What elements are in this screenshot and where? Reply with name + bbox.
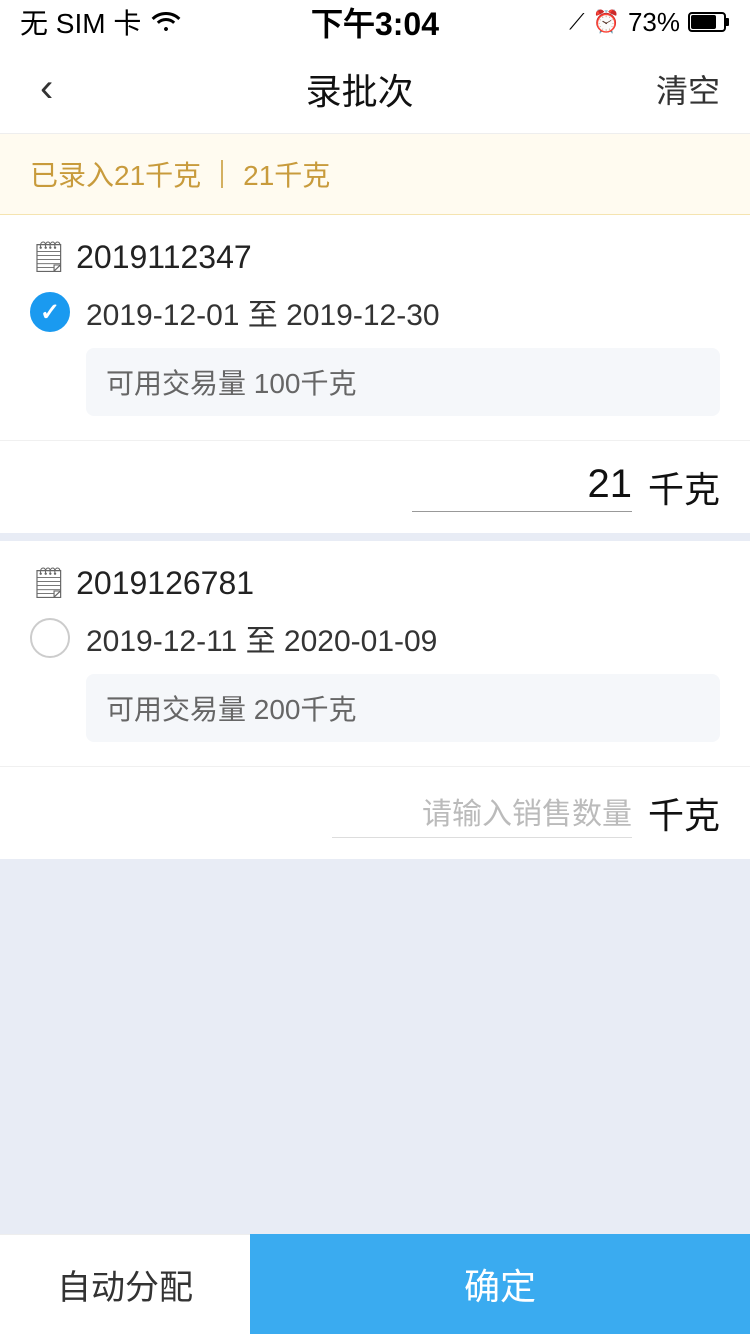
status-bar: 无 SIM 卡 下午3:04 ⟋ ⏰ 73% [0, 0, 750, 44]
confirm-button[interactable]: 确定 [250, 1234, 750, 1334]
status-right: ⟋ ⏰ 73% [569, 7, 730, 38]
batch-doc-icon-1: 🗒 [30, 240, 68, 275]
status-left: 无 SIM 卡 [20, 2, 181, 42]
batch-id-row-1: 🗒 2019112347 [30, 239, 720, 276]
amount-unit-1: 千克 [648, 461, 720, 513]
summary-banner: 已录入21千克 21千克 [0, 134, 750, 215]
batch-card-2: 🗒 2019126781 2019-12-11 至 2020-01-09 可用交… [0, 541, 750, 767]
recorded-label: 已录入21千克 [30, 154, 201, 194]
amount-line-1 [412, 511, 632, 512]
alarm-icon: ⏰ [593, 9, 620, 35]
bottom-bar: 自动分配 确定 [0, 1234, 750, 1334]
batch-doc-icon-2: 🗒 [30, 566, 68, 601]
battery-icon [688, 11, 730, 33]
summary-divider [221, 160, 223, 188]
input-row-2: 请输入销售数量 千克 [0, 767, 750, 867]
summary-amount: 21千克 [243, 154, 330, 194]
input-placeholder-2[interactable]: 请输入销售数量 [422, 789, 632, 833]
batch-date-1: 2019-12-01 至 2019-12-30 [86, 290, 440, 334]
back-button[interactable]: ‹ [30, 56, 63, 121]
amount-wrapper-1: 21 [412, 462, 632, 512]
radio-btn-2[interactable] [30, 618, 70, 658]
batch-id-row-2: 🗒 2019126781 [30, 565, 720, 602]
location-icon: ⟋ [569, 9, 584, 35]
page-title: 录批次 [306, 63, 414, 115]
batch-date-2: 2019-12-11 至 2020-01-09 [86, 616, 437, 660]
amount-row-1: 21 千克 [0, 441, 750, 541]
batch-date-row-2[interactable]: 2019-12-11 至 2020-01-09 [30, 616, 720, 660]
batch-card-1: 🗒 2019112347 2019-12-01 至 2019-12-30 可用交… [0, 215, 750, 441]
amount-value-1[interactable]: 21 [587, 462, 632, 507]
batch-available-2: 可用交易量 200千克 [86, 674, 720, 742]
batch-date-row-1[interactable]: 2019-12-01 至 2019-12-30 [30, 290, 720, 334]
batch-id-2: 2019126781 [76, 565, 254, 602]
auto-distribute-button[interactable]: 自动分配 [0, 1234, 250, 1334]
input-unit-2: 千克 [648, 787, 720, 839]
clear-button[interactable]: 清空 [656, 66, 720, 112]
carrier-text: 无 SIM 卡 [20, 2, 141, 42]
battery-text: 73% [628, 7, 680, 38]
input-line-2 [332, 837, 632, 838]
radio-btn-1[interactable] [30, 292, 70, 332]
wifi-icon [151, 6, 181, 38]
input-wrapper-2: 请输入销售数量 [332, 789, 632, 838]
batch-available-1: 可用交易量 100千克 [86, 348, 720, 416]
batch-id-1: 2019112347 [76, 239, 252, 276]
status-time: 下午3:04 [311, 0, 439, 45]
empty-area [0, 867, 750, 1297]
nav-bar: ‹ 录批次 清空 [0, 44, 750, 134]
